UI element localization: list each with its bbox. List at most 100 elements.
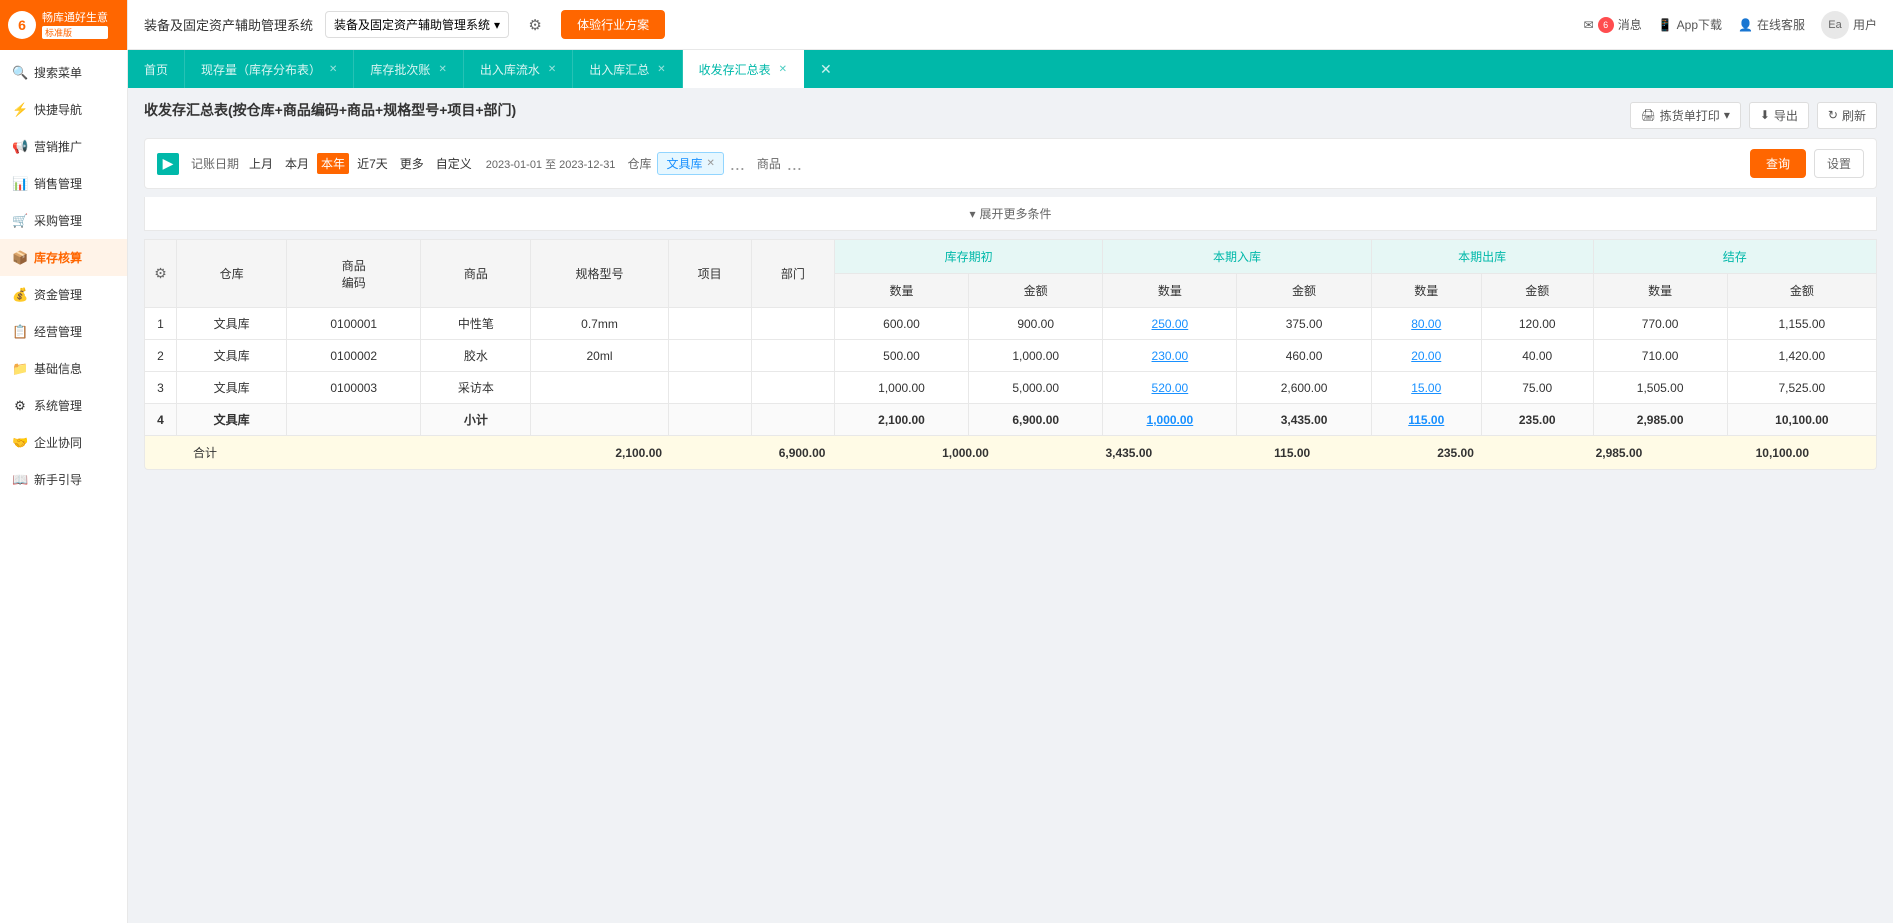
warehouse-tag-close-icon[interactable]: ✕ [706, 158, 714, 169]
finance-icon: 💰 [12, 287, 28, 303]
tab-home[interactable]: 首页 [128, 50, 185, 88]
expand-condition-button[interactable]: ▾ 展开更多条件 [965, 201, 1055, 226]
row-project [668, 340, 751, 372]
row-product-name: 胶水 [421, 340, 531, 372]
balance-qty-header: 数量 [1593, 274, 1727, 308]
warehouse-more-button[interactable]: ... [730, 155, 745, 173]
sidebar-item-basic-info[interactable]: 📁基础信息 [0, 350, 127, 387]
tab-recv-send[interactable]: 收发存汇总表 ✕ [683, 50, 804, 88]
table-row: 3 文具库 0100003 采访本 1,000.00 5,000.00 520.… [145, 372, 1877, 404]
marketing-icon: 📢 [12, 139, 28, 155]
product-filter-section: 商品 ... [757, 155, 802, 173]
row-out-qty: 20.00 [1371, 340, 1481, 372]
footer-values: 2,100.00 6,900.00 1,000.00 3,435.00 115.… [557, 446, 1864, 460]
row-opening-amount: 900.00 [969, 308, 1103, 340]
user-menu[interactable]: Ea 用户 [1821, 11, 1877, 39]
basic-info-icon: 📁 [12, 361, 28, 377]
date-filter-section: 记账日期 上月本月本年近7天更多自定义 2023-01-01 至 2023-12… [191, 153, 615, 174]
logo-text: 畅库通好生意 标准版 [42, 11, 108, 38]
sidebar-item-operation[interactable]: 📋经营管理 [0, 313, 127, 350]
data-table: ⚙ 仓库 商品编码 商品 规格型号 项目 部门 库存期初 本期入库 本期出库 结… [144, 239, 1877, 436]
sidebar-item-label: 资金管理 [34, 286, 82, 303]
sidebar-item-guide[interactable]: 📖新手引导 [0, 461, 127, 498]
date-btn-自定义[interactable]: 自定义 [432, 153, 476, 174]
footer-opening-qty: 2,100.00 [557, 446, 720, 460]
sidebar: 6 畅库通好生意 标准版 🔍搜索菜单⚡快捷导航📢营销推广📊销售管理🛒采购管理📦库… [0, 0, 128, 923]
export-label: 导出 [1774, 107, 1798, 124]
sidebar-item-label: 销售管理 [34, 175, 82, 192]
page-actions: 🖨 拣货单打印 ▾ ⬇ 导出 ↻ 刷新 [1630, 102, 1877, 129]
sidebar-item-finance[interactable]: 💰 资金管理 [0, 276, 127, 313]
sidebar-item-enterprise[interactable]: 🤝企业协同 [0, 424, 127, 461]
tabbar-close-button[interactable]: ✕ [812, 61, 840, 78]
tab-label: 出入库汇总 [589, 61, 649, 78]
row-in-qty: 250.00 [1103, 308, 1237, 340]
row-product-name: 采访本 [421, 372, 531, 404]
tab-label: 现存量（库存分布表） [201, 61, 321, 78]
export-icon: ⬇ [1760, 108, 1770, 122]
topbar-right: ✉ 6 消息 📱 App下载 👤 在线客服 Ea 用户 [1584, 11, 1877, 39]
row-balance-amount: 1,155.00 [1727, 308, 1876, 340]
tab-close-icon[interactable]: ✕ [657, 64, 665, 75]
sidebar-item-system[interactable]: ⚙系统管理 [0, 387, 127, 424]
sidebar-item-search[interactable]: 🔍搜索菜单 [0, 54, 127, 91]
tab-close-icon[interactable]: ✕ [329, 64, 337, 75]
inventory-icon: 📦 [12, 250, 28, 266]
row-out-amount: 235.00 [1481, 404, 1593, 436]
row-opening-qty: 500.00 [834, 340, 968, 372]
date-range-text: 2023-01-01 至 2023-12-31 [486, 156, 616, 172]
setting-button[interactable]: 设置 [1814, 149, 1864, 178]
tab-close-icon[interactable]: ✕ [779, 64, 787, 75]
table-settings-icon[interactable]: ⚙ [154, 265, 167, 281]
date-btn-更多[interactable]: 更多 [396, 153, 428, 174]
warehouse-col-header: 仓库 [177, 240, 287, 308]
row-project [668, 404, 751, 436]
department-col-header: 部门 [751, 240, 834, 308]
row-opening-qty: 600.00 [834, 308, 968, 340]
download-icon: 📱 [1658, 18, 1673, 32]
tab-flow[interactable]: 出入库流水✕ [464, 50, 573, 88]
expand-icon: ▾ [969, 207, 975, 221]
date-btn-上月[interactable]: 上月 [245, 153, 277, 174]
row-out-qty: 15.00 [1371, 372, 1481, 404]
online-service-button[interactable]: 👤 在线客服 [1738, 16, 1805, 33]
table-row: 4 文具库 小计 2,100.00 6,900.00 1,000.00 3,43… [145, 404, 1877, 436]
tab-close-icon[interactable]: ✕ [438, 64, 446, 75]
message-icon: ✉ [1584, 18, 1594, 32]
main-content: 装备及固定资产辅助管理系统 装备及固定资产辅助管理系统 ▾ ⚙ 体验行业方案 ✉… [128, 0, 1893, 923]
footer-balance-qty: 2,985.00 [1537, 446, 1700, 460]
tab-label: 首页 [144, 61, 168, 78]
tab-label: 收发存汇总表 [699, 61, 771, 78]
tab-summary[interactable]: 出入库汇总 ✕ [573, 50, 682, 88]
row-product-spec [531, 404, 668, 436]
row-out-amount: 75.00 [1481, 372, 1593, 404]
row-warehouse: 文具库 [177, 372, 287, 404]
sidebar-item-sales[interactable]: 📊销售管理 [0, 165, 127, 202]
settings-icon[interactable]: ⚙ [521, 11, 549, 39]
query-button[interactable]: 查询 [1750, 149, 1806, 178]
warehouse-tag[interactable]: 文具库 ✕ [657, 152, 723, 175]
opening-amount-header: 金额 [969, 274, 1103, 308]
filter-expand-button[interactable]: ▶ [157, 153, 179, 175]
tab-close-icon[interactable]: ✕ [548, 64, 556, 75]
refresh-button[interactable]: ↻ 刷新 [1817, 102, 1877, 129]
sidebar-item-label: 库存核算 [34, 249, 82, 266]
system-dropdown[interactable]: 装备及固定资产辅助管理系统 ▾ [325, 11, 509, 38]
trial-button[interactable]: 体验行业方案 [561, 10, 665, 39]
sidebar-item-inventory[interactable]: 📦 库存核算 [0, 239, 127, 276]
product-more-button[interactable]: ... [787, 155, 802, 173]
sidebar-item-marketing[interactable]: 📢营销推广 [0, 128, 127, 165]
export-button[interactable]: ⬇ 导出 [1749, 102, 1809, 129]
print-template-button[interactable]: 🖨 拣货单打印 ▾ [1630, 102, 1741, 129]
sidebar-item-quick-nav[interactable]: ⚡快捷导航 [0, 91, 127, 128]
date-btn-近7天[interactable]: 近7天 [353, 153, 392, 174]
chevron-down-icon: ▾ [1724, 108, 1730, 122]
message-button[interactable]: ✉ 6 消息 [1584, 16, 1642, 33]
tab-inventory-dist[interactable]: 现存量（库存分布表） ✕ [185, 50, 354, 88]
date-btn-本月[interactable]: 本月 [281, 153, 313, 174]
sidebar-item-purchase[interactable]: 🛒采购管理 [0, 202, 127, 239]
date-btn-本年[interactable]: 本年 [317, 153, 349, 174]
footer-out-qty: 115.00 [1211, 446, 1374, 460]
tab-batch-ledger[interactable]: 库存批次账✕ [354, 50, 463, 88]
app-download-button[interactable]: 📱 App下载 [1658, 16, 1722, 33]
